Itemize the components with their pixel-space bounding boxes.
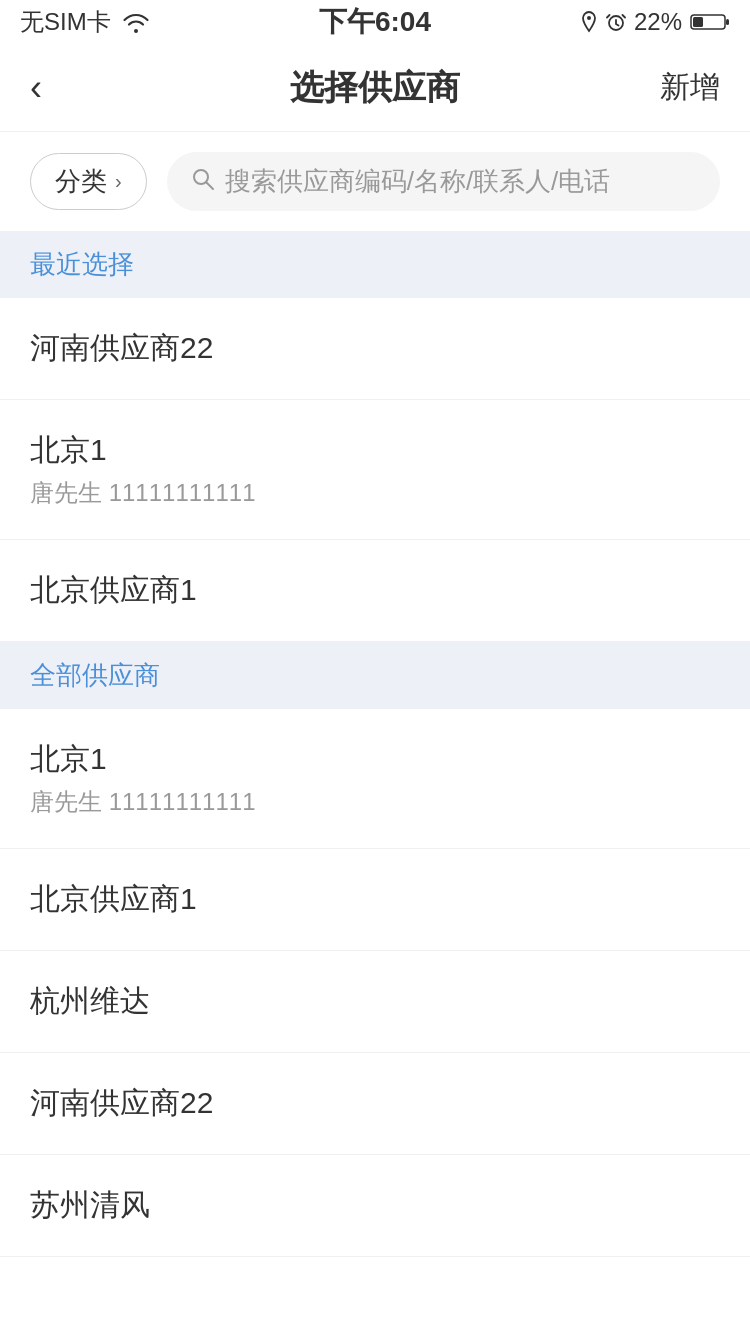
alarm-icon	[606, 11, 626, 33]
recent-section-title: 最近选择	[30, 249, 134, 279]
list-item[interactable]: 北京供应商1	[0, 540, 750, 642]
category-filter-button[interactable]: 分类 ›	[30, 153, 147, 210]
search-placeholder-text: 搜索供应商编码/名称/联系人/电话	[225, 164, 611, 199]
filter-bar: 分类 › 搜索供应商编码/名称/联系人/电话	[0, 132, 750, 231]
status-right: 22%	[580, 8, 730, 36]
all-list: 北京1 唐先生 11111111111 北京供应商1 杭州维达河南供应商22 苏州清风	[0, 709, 750, 1257]
status-left: 无SIM卡	[20, 6, 151, 38]
location-icon	[580, 11, 598, 33]
supplier-name: 苏州清风	[30, 1185, 720, 1226]
supplier-name: 杭州维达	[30, 981, 720, 1022]
back-button[interactable]: ‹	[30, 67, 90, 109]
list-item[interactable]: 北京供应商1	[0, 849, 750, 951]
all-section-header: 全部供应商	[0, 642, 750, 709]
category-label: 分类	[55, 164, 107, 199]
chevron-right-icon: ›	[115, 170, 122, 193]
list-item[interactable]: 杭州维达	[0, 951, 750, 1053]
svg-line-6	[206, 182, 213, 189]
recent-section-header: 最近选择	[0, 231, 750, 298]
list-item[interactable]: 河南供应商22	[0, 298, 750, 400]
status-bar: 无SIM卡 下午6:04 22%	[0, 0, 750, 44]
supplier-name: 北京1	[30, 739, 720, 780]
list-item[interactable]: 河南供应商22	[0, 1053, 750, 1155]
supplier-name: 北京供应商1	[30, 879, 720, 920]
list-item[interactable]: 北京1 唐先生 11111111111	[0, 709, 750, 849]
supplier-name: 河南供应商22	[30, 328, 720, 369]
svg-point-0	[587, 16, 591, 20]
all-section-title: 全部供应商	[30, 660, 160, 690]
supplier-name: 河南供应商22	[30, 1083, 720, 1124]
supplier-contact: 唐先生 11111111111	[30, 786, 720, 818]
recent-list: 河南供应商22 北京1 唐先生 11111111111 北京供应商1	[0, 298, 750, 642]
list-item[interactable]: 苏州清风	[0, 1155, 750, 1257]
svg-rect-3	[726, 19, 729, 25]
status-time: 下午6:04	[319, 3, 431, 41]
svg-rect-4	[693, 17, 703, 27]
supplier-name: 北京1	[30, 430, 720, 471]
search-box[interactable]: 搜索供应商编码/名称/联系人/电话	[167, 152, 720, 211]
supplier-name: 北京供应商1	[30, 570, 720, 611]
carrier-text: 无SIM卡	[20, 6, 111, 38]
wifi-icon	[121, 11, 151, 33]
add-button[interactable]: 新增	[660, 67, 720, 108]
supplier-contact: 唐先生 11111111111	[30, 477, 720, 509]
battery-icon	[690, 12, 730, 32]
list-item[interactable]: 北京1 唐先生 11111111111	[0, 400, 750, 540]
search-icon	[191, 167, 215, 197]
battery-text: 22%	[634, 8, 682, 36]
nav-bar: ‹ 选择供应商 新增	[0, 44, 750, 132]
page-title: 选择供应商	[290, 65, 460, 111]
